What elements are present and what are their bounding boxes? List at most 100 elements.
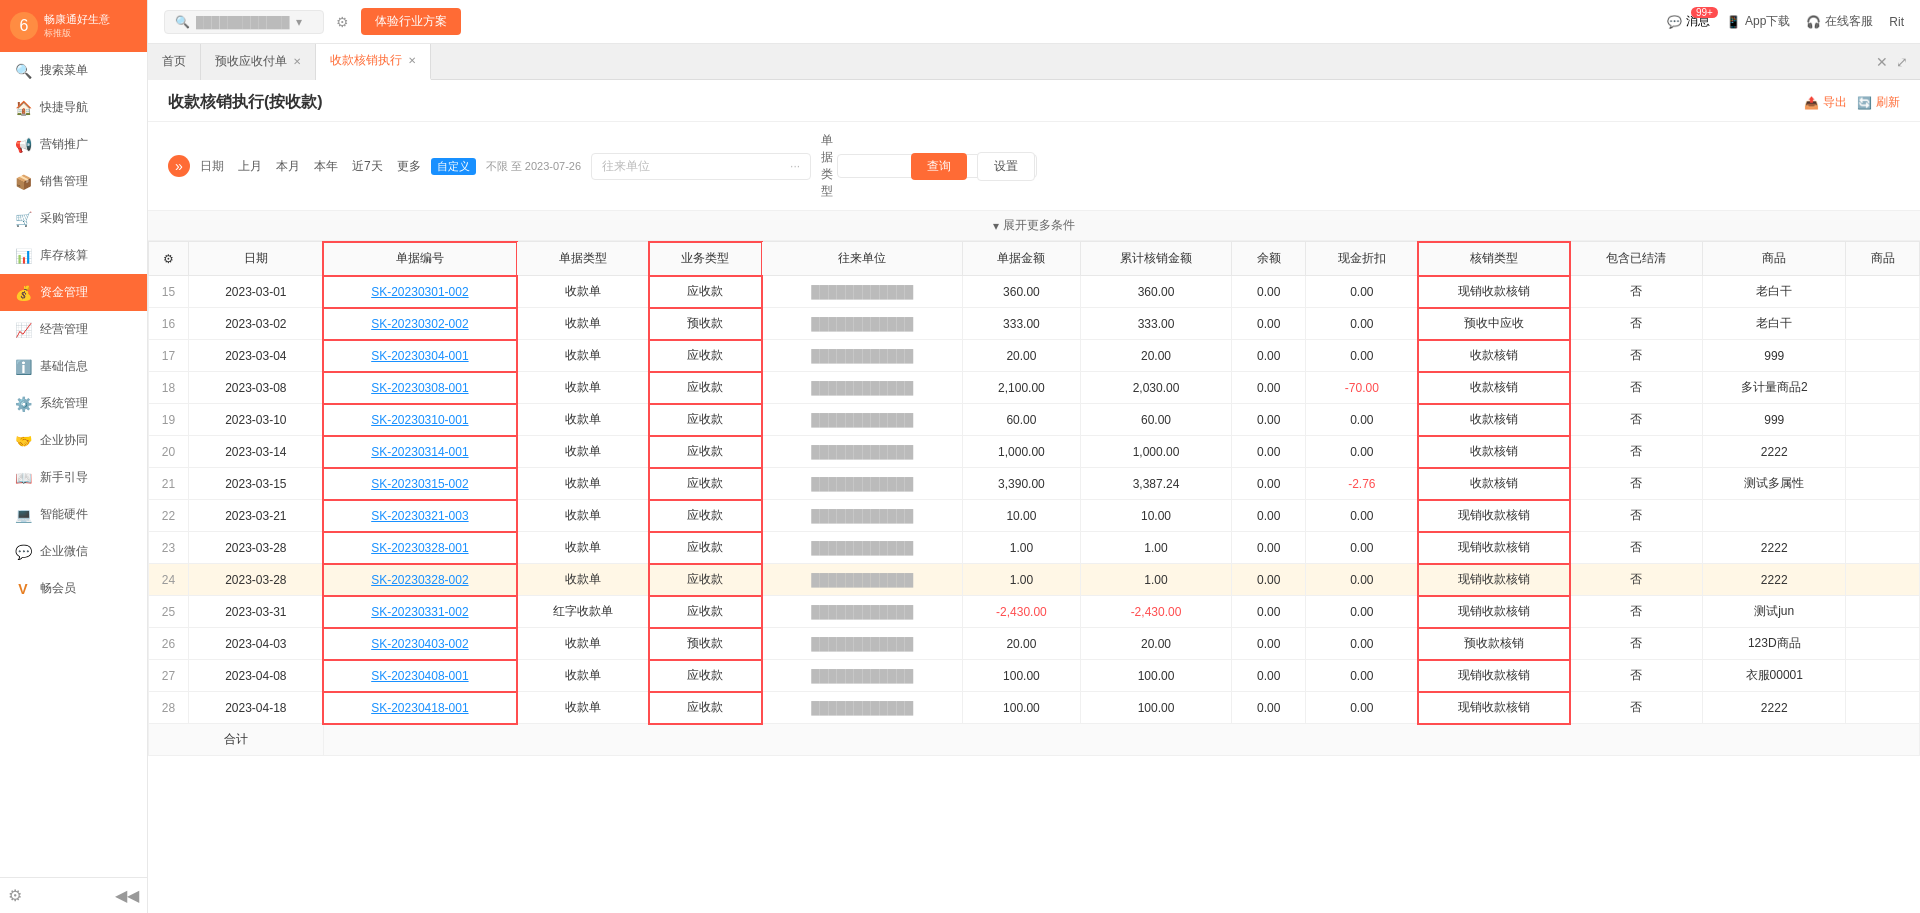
doc-no-link[interactable]: SK-20230304-001	[371, 349, 468, 363]
doc-no-link[interactable]: SK-20230408-001	[371, 669, 468, 683]
cell-amount: 100.00	[963, 692, 1080, 724]
expand-button[interactable]: ▾ 展开更多条件	[993, 217, 1075, 234]
filter-toggle-button[interactable]: »	[168, 155, 190, 177]
sidebar-item-hardware[interactable]: 💻 智能硬件	[0, 496, 147, 533]
date-last-month[interactable]: 上月	[234, 156, 266, 177]
col-verify-type[interactable]: 核销类型	[1418, 242, 1570, 276]
cell-product2	[1846, 308, 1920, 340]
sidebar-item-operations[interactable]: 📈 经营管理	[0, 311, 147, 348]
sidebar-item-finance[interactable]: 💰 资金管理	[0, 274, 147, 311]
col-product[interactable]: 商品	[1703, 242, 1846, 276]
tab-home[interactable]: 首页	[148, 44, 201, 80]
app-download-button[interactable]: 📱 App下载	[1726, 13, 1790, 30]
industry-btn[interactable]: 体验行业方案	[361, 8, 461, 35]
customer-filter[interactable]: 往来单位 ···	[591, 153, 811, 180]
col-doc-type[interactable]: 单据类型	[517, 242, 649, 276]
headset-icon: 🎧	[1806, 15, 1821, 29]
cell-product: 2222	[1703, 564, 1846, 596]
cell-discount: 0.00	[1306, 628, 1419, 660]
doc-no-link[interactable]: SK-20230302-002	[371, 317, 468, 331]
sidebar-item-label: 采购管理	[40, 210, 88, 227]
col-doc-no[interactable]: 单据编号	[323, 242, 517, 276]
tab-prepay[interactable]: 预收应收付单 ✕	[201, 44, 316, 80]
col-product2[interactable]: 商品	[1846, 242, 1920, 276]
sidebar-item-system[interactable]: ⚙️ 系统管理	[0, 385, 147, 422]
cell-verify-type: 现销收款核销	[1418, 532, 1570, 564]
sidebar-item-basics[interactable]: ℹ️ 基础信息	[0, 348, 147, 385]
sidebar-item-inventory[interactable]: 📊 库存核算	[0, 237, 147, 274]
doc-no-link[interactable]: SK-20230403-002	[371, 637, 468, 651]
doc-no-link[interactable]: SK-20230301-002	[371, 285, 468, 299]
cell-discount: 0.00	[1306, 404, 1419, 436]
cell-doc-type: 收款单	[517, 276, 649, 308]
doc-no-link[interactable]: SK-20230310-001	[371, 413, 468, 427]
tab-close-icon[interactable]: ✕	[293, 56, 301, 67]
gear-icon[interactable]: ⚙	[336, 14, 349, 30]
doc-no-link[interactable]: SK-20230328-002	[371, 573, 468, 587]
cell-amount: 20.00	[963, 628, 1080, 660]
col-verified[interactable]: 累计核销金额	[1080, 242, 1232, 276]
date-7days[interactable]: 近7天	[348, 156, 387, 177]
cell-biz-type: 应收款	[649, 692, 762, 724]
sidebar-item-enterprise[interactable]: 🤝 企业协同	[0, 422, 147, 459]
page-actions: 📤 导出 🔄 刷新	[1804, 94, 1900, 111]
sidebar-item-guide[interactable]: 📖 新手引导	[0, 459, 147, 496]
cell-customer: ████████████	[762, 436, 963, 468]
sidebar-item-label: 经营管理	[40, 321, 88, 338]
doc-no-link[interactable]: SK-20230331-002	[371, 605, 468, 619]
col-biz-type[interactable]: 业务类型	[649, 242, 762, 276]
col-date[interactable]: 日期	[189, 242, 324, 276]
customer-placeholder: 往来单位	[602, 158, 650, 175]
date-more[interactable]: 更多	[393, 156, 425, 177]
topbar-search[interactable]: 🔍 ████████████ ▾	[164, 10, 324, 34]
sidebar-item-member[interactable]: V 畅会员	[0, 570, 147, 607]
sidebar-item-sales[interactable]: 📦 销售管理	[0, 163, 147, 200]
user-name[interactable]: Rit	[1889, 15, 1904, 29]
date-this-year[interactable]: 本年	[310, 156, 342, 177]
cell-doc-no: SK-20230314-001	[323, 436, 517, 468]
col-balance[interactable]: 余额	[1232, 242, 1306, 276]
tab-collection[interactable]: 收款核销执行 ✕	[316, 44, 431, 80]
date-custom-btn[interactable]: 自定义	[431, 158, 476, 175]
col-amount[interactable]: 单据金额	[963, 242, 1080, 276]
sidebar-item-quicknav[interactable]: 🏠 快捷导航	[0, 89, 147, 126]
doc-no-link[interactable]: SK-20230315-002	[371, 477, 468, 491]
close-window-icon[interactable]: ✕	[1876, 54, 1888, 70]
doc-no-link[interactable]: SK-20230321-003	[371, 509, 468, 523]
sidebar-logo-badge: 标推版	[44, 27, 110, 40]
export-button[interactable]: 📤 导出	[1804, 94, 1847, 111]
message-button[interactable]: 💬 消息 99+	[1667, 13, 1710, 30]
cell-row-num: 25	[149, 596, 189, 628]
query-button[interactable]: 查询	[911, 153, 967, 180]
refresh-button[interactable]: 🔄 刷新	[1857, 94, 1900, 111]
cell-doc-type: 收款单	[517, 564, 649, 596]
sidebar-item-marketing[interactable]: 📢 营销推广	[0, 126, 147, 163]
cell-total-label: 合计	[149, 724, 324, 756]
table-row: 19 2023-03-10 SK-20230310-001 收款单 应收款 ██…	[149, 404, 1920, 436]
doc-no-link[interactable]: SK-20230308-001	[371, 381, 468, 395]
maximize-window-icon[interactable]: ⤢	[1896, 54, 1908, 70]
sidebar-item-search[interactable]: 🔍 搜索菜单	[0, 52, 147, 89]
date-this-month[interactable]: 本月	[272, 156, 304, 177]
cell-verify-type: 现销收款核销	[1418, 276, 1570, 308]
sidebar-item-weixin[interactable]: 💬 企业微信	[0, 533, 147, 570]
doc-no-link[interactable]: SK-20230314-001	[371, 445, 468, 459]
sidebar-item-purchase[interactable]: 🛒 采购管理	[0, 200, 147, 237]
cell-product2	[1846, 404, 1920, 436]
col-discount[interactable]: 现金折扣	[1306, 242, 1419, 276]
sidebar-item-label: 畅会员	[40, 580, 76, 597]
filter-settings-button[interactable]: 设置	[977, 152, 1035, 181]
cell-date: 2023-03-31	[189, 596, 324, 628]
service-button[interactable]: 🎧 在线客服	[1806, 13, 1873, 30]
doc-no-link[interactable]: SK-20230328-001	[371, 541, 468, 555]
col-settings[interactable]: ⚙	[149, 242, 189, 276]
col-customer[interactable]: 往来单位	[762, 242, 963, 276]
table-container: ⚙ 日期 单据编号 单据类型 业务类型 往来单位 单据金额 累计核销金额 余额 …	[148, 241, 1920, 913]
cell-customer: ████████████	[762, 596, 963, 628]
tab-close-icon[interactable]: ✕	[408, 55, 416, 66]
settings-icon[interactable]: ⚙	[8, 886, 22, 905]
sidebar-item-label: 系统管理	[40, 395, 88, 412]
doc-no-link[interactable]: SK-20230418-001	[371, 701, 468, 715]
collapse-icon[interactable]: ◀◀	[115, 886, 139, 905]
col-include-settled[interactable]: 包含已结清	[1570, 242, 1702, 276]
